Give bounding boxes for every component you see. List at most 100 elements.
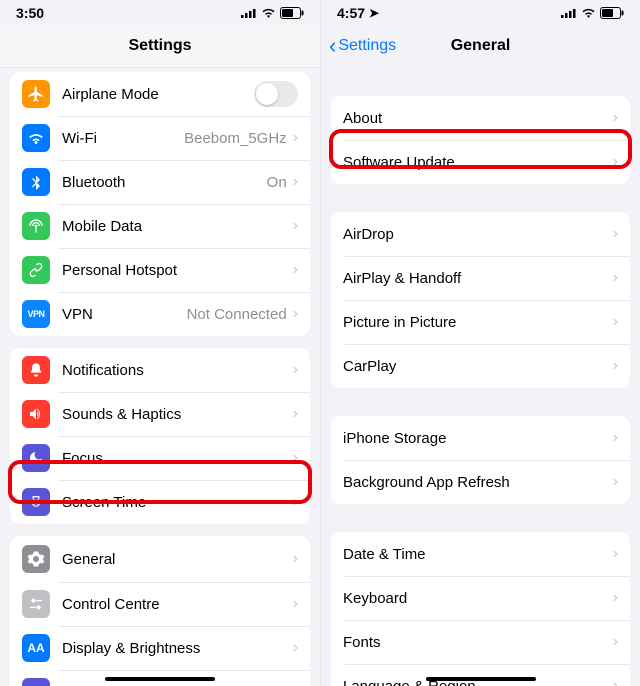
chevron-right-icon: › [293, 130, 298, 146]
label: Personal Hotspot [62, 262, 293, 279]
sliders-icon [22, 590, 50, 618]
row-airplay-handoff[interactable]: AirPlay & Handoff › [331, 256, 630, 300]
label: General [62, 551, 293, 568]
chevron-right-icon: › [613, 226, 618, 242]
chevron-right-icon: › [293, 306, 298, 322]
label: Date & Time [343, 546, 613, 563]
row-fonts[interactable]: Fonts › [331, 620, 630, 664]
airplane-toggle[interactable] [254, 81, 298, 107]
row-screen-time[interactable]: Screen Time › [10, 480, 310, 524]
row-airdrop[interactable]: AirDrop › [331, 212, 630, 256]
row-software-update[interactable]: Software Update › [331, 140, 630, 184]
label: VPN [62, 306, 187, 323]
settings-group-connectivity: Airplane Mode Wi-Fi Beebom_5GHz › Blueto… [10, 72, 310, 336]
page-title: General [451, 37, 511, 55]
status-time: 4:57 [337, 5, 365, 21]
chevron-left-icon: ‹ [329, 35, 336, 57]
group-airplay: AirDrop › AirPlay & Handoff › Picture in… [331, 212, 630, 388]
label: About [343, 110, 613, 127]
chevron-right-icon: › [613, 634, 618, 650]
label: Mobile Data [62, 218, 293, 235]
nav-header: Settings [0, 24, 320, 68]
value: On [267, 174, 287, 191]
moon-icon [22, 444, 50, 472]
status-time: 3:50 [16, 5, 44, 21]
home-indicator[interactable] [426, 677, 536, 681]
label: CarPlay [343, 358, 613, 375]
row-control-centre[interactable]: Control Centre › [10, 582, 310, 626]
row-wifi[interactable]: Wi-Fi Beebom_5GHz › [10, 116, 310, 160]
row-about[interactable]: About › [331, 96, 630, 140]
value: Not Connected [187, 306, 287, 323]
settings-root-pane: 3:50 Settings Airplane Mode Wi- [0, 0, 320, 686]
chevron-right-icon: › [613, 430, 618, 446]
row-bluetooth[interactable]: Bluetooth On › [10, 160, 310, 204]
row-date-time[interactable]: Date & Time › [331, 532, 630, 576]
label: iPhone Storage [343, 430, 613, 447]
label: Control Centre [62, 596, 293, 613]
row-notifications[interactable]: Notifications › [10, 348, 310, 392]
battery-icon [600, 7, 624, 19]
label: Picture in Picture [343, 314, 613, 331]
label: Wi-Fi [62, 130, 184, 147]
chevron-right-icon: › [293, 551, 298, 567]
chevron-right-icon: › [293, 596, 298, 612]
vpn-icon: VPN [22, 300, 50, 328]
row-iphone-storage[interactable]: iPhone Storage › [331, 416, 630, 460]
row-personal-hotspot[interactable]: Personal Hotspot › [10, 248, 310, 292]
label: Background App Refresh [343, 474, 613, 491]
row-display-brightness[interactable]: AA Display & Brightness › [10, 626, 310, 670]
antenna-icon [22, 212, 50, 240]
settings-group-alerts: Notifications › Sounds & Haptics › Focus… [10, 348, 310, 524]
label: Fonts [343, 634, 613, 651]
row-language-region[interactable]: Language & Region › [331, 664, 630, 686]
chevron-right-icon: › [613, 678, 618, 686]
chevron-right-icon: › [293, 218, 298, 234]
chevron-right-icon: › [293, 174, 298, 190]
chevron-right-icon: › [613, 154, 618, 170]
home-indicator[interactable] [105, 677, 215, 681]
nav-header: ‹ Settings General [321, 24, 640, 68]
label: Sounds & Haptics [62, 406, 293, 423]
value: Beebom_5GHz [184, 130, 287, 147]
row-vpn[interactable]: VPN VPN Not Connected › [10, 292, 310, 336]
cellular-icon [561, 8, 577, 18]
row-airplane-mode[interactable]: Airplane Mode [10, 72, 310, 116]
label: Bluetooth [62, 174, 267, 191]
row-focus[interactable]: Focus › [10, 436, 310, 480]
settings-group-system: General › Control Centre › AA Display & … [10, 536, 310, 686]
label: Airplane Mode [62, 86, 254, 103]
chevron-right-icon: › [293, 262, 298, 278]
row-general[interactable]: General › [10, 536, 310, 582]
chevron-right-icon: › [293, 450, 298, 466]
label: Display & Brightness [62, 640, 293, 657]
row-picture-in-picture[interactable]: Picture in Picture › [331, 300, 630, 344]
chevron-right-icon: › [613, 474, 618, 490]
chevron-right-icon: › [293, 494, 298, 510]
hourglass-icon [22, 488, 50, 516]
label: Keyboard [343, 590, 613, 607]
group-storage: iPhone Storage › Background App Refresh … [331, 416, 630, 504]
chevron-right-icon: › [613, 110, 618, 126]
wifi-icon [22, 124, 50, 152]
label: Focus [62, 450, 293, 467]
settings-scroll[interactable]: Airplane Mode Wi-Fi Beebom_5GHz › Blueto… [0, 68, 320, 686]
row-mobile-data[interactable]: Mobile Data › [10, 204, 310, 248]
row-keyboard[interactable]: Keyboard › [331, 576, 630, 620]
battery-icon [280, 7, 304, 19]
label: Notifications [62, 362, 293, 379]
page-title: Settings [128, 37, 191, 55]
label: AirPlay & Handoff [343, 270, 613, 287]
wifi-status-icon [261, 8, 276, 19]
row-carplay[interactable]: CarPlay › [331, 344, 630, 388]
speaker-icon [22, 400, 50, 428]
aa-icon: AA [22, 634, 50, 662]
location-icon: ➤ [369, 6, 379, 20]
back-button[interactable]: ‹ Settings [329, 24, 396, 68]
cellular-icon [241, 8, 257, 18]
chevron-right-icon: › [613, 270, 618, 286]
row-sounds-haptics[interactable]: Sounds & Haptics › [10, 392, 310, 436]
status-bar: 3:50 [0, 0, 320, 24]
row-background-refresh[interactable]: Background App Refresh › [331, 460, 630, 504]
general-scroll[interactable]: About › Software Update › AirDrop › AirP… [321, 68, 640, 686]
